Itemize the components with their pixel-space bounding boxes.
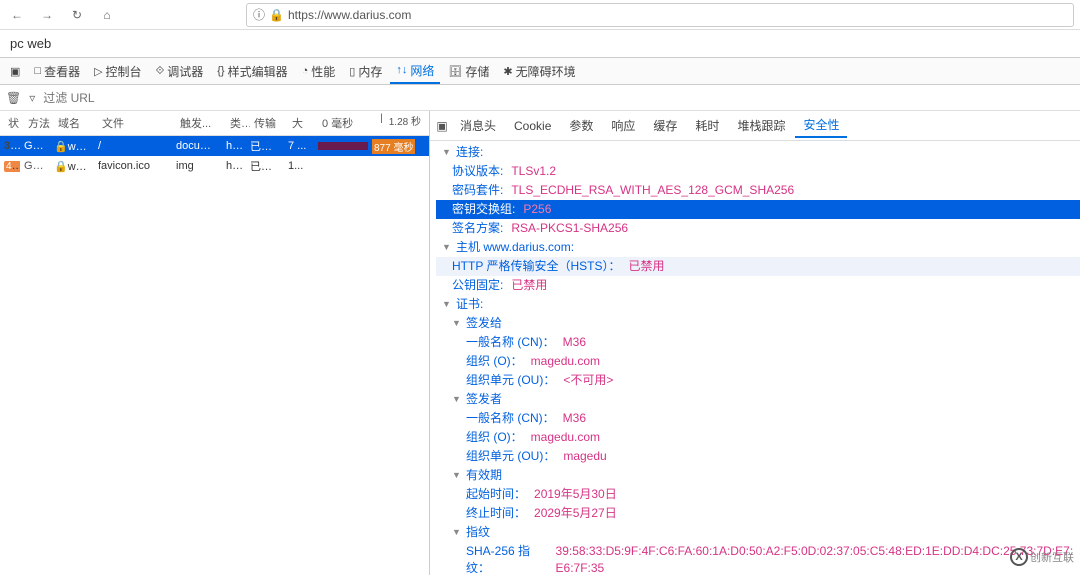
tab-security[interactable]: 安全性 — [795, 113, 847, 138]
lock-icon: 🔒 — [54, 161, 68, 173]
back-icon[interactable]: ← — [6, 4, 28, 26]
col-time[interactable]: 0 毫秒 — [318, 113, 380, 133]
col-method[interactable]: 方法 — [24, 113, 54, 133]
tab-cookies[interactable]: Cookie — [506, 116, 559, 136]
tab-network[interactable]: ↑↓网络 — [390, 59, 440, 84]
lock-warning-icon: 🔒 — [269, 8, 284, 22]
tab-cache[interactable]: 缓存 — [645, 114, 685, 137]
tab-params[interactable]: 参数 — [561, 114, 601, 137]
chevron-down-icon[interactable]: ▼ — [452, 391, 462, 408]
chevron-down-icon[interactable]: ▼ — [442, 239, 452, 256]
url-bar[interactable]: ⓘ 🔒 https://www.darius.com — [246, 3, 1074, 27]
trash-icon[interactable]: 🗑 — [6, 91, 21, 105]
browser-navigation: ← → ↻ ⌂ ⓘ 🔒 https://www.darius.com — [0, 0, 1080, 30]
lock-icon: 🔒 — [54, 141, 68, 153]
url-text: https://www.darius.com — [288, 8, 1067, 22]
watermark: X 创新互联 — [1010, 548, 1074, 566]
tab-timings[interactable]: 耗时 — [687, 114, 727, 137]
request-row[interactable]: 304 GET 🔒ww... / docum... ht... 已缓存 7 ..… — [0, 136, 429, 156]
forward-icon[interactable]: → — [36, 4, 58, 26]
filter-input[interactable] — [43, 91, 198, 105]
chevron-down-icon[interactable]: ▼ — [452, 524, 462, 541]
filter-icon[interactable]: ▿ — [29, 91, 35, 105]
devtools-dock-icon[interactable]: ▣ — [4, 62, 26, 81]
info-icon: ⓘ — [253, 6, 265, 23]
home-icon[interactable]: ⌂ — [96, 4, 118, 26]
selected-cipher-row[interactable]: 密钥交换组:P256 — [436, 200, 1080, 219]
reload-icon[interactable]: ↻ — [66, 4, 88, 26]
tab-stack[interactable]: 堆栈跟踪 — [729, 114, 793, 137]
chevron-down-icon[interactable]: ▼ — [452, 315, 462, 332]
col-size[interactable]: 大 — [288, 113, 318, 133]
request-list-header-timeline: 状 方法 域名 文件 触发... 类型 传输 大 0 毫秒 |1.28 秒 — [0, 111, 429, 136]
col-transferred[interactable]: 传输 — [250, 113, 288, 133]
network-filter-bar: 🗑 ▿ — [0, 85, 1080, 111]
tab-debugger[interactable]: ⟐调试器 — [150, 60, 210, 83]
col-status[interactable]: 状 — [4, 113, 24, 133]
request-list: 状 方法 域名 文件 触发... 类型 传输 大 0 毫秒 |1.28 秒 30… — [0, 111, 430, 575]
timing-bar — [318, 142, 368, 150]
tab-performance[interactable]: ◔性能 — [296, 60, 342, 83]
tab-style-editor[interactable]: {}样式编辑器 — [211, 60, 293, 83]
devtools-toolbar: ▣ □查看器 ▷控制台 ⟐调试器 {}样式编辑器 ◔性能 ▯内存 ↑↓网络 🗄存… — [0, 57, 1080, 85]
tab-inspector[interactable]: □查看器 — [28, 60, 86, 83]
col-cause[interactable]: 触发... — [176, 113, 226, 133]
chevron-down-icon[interactable]: ▼ — [442, 296, 452, 313]
tab-console[interactable]: ▷控制台 — [88, 60, 147, 83]
tab-memory[interactable]: ▯内存 — [343, 60, 388, 83]
request-detail-panel: ▣ 消息头 Cookie 参数 响应 缓存 耗时 堆栈跟踪 安全性 ▼连接: 协… — [430, 111, 1080, 575]
chevron-down-icon[interactable]: ▼ — [452, 467, 462, 484]
page-title: pc web — [0, 30, 1080, 57]
tab-storage[interactable]: 🗄存储 — [442, 60, 495, 83]
tab-headers[interactable]: 消息头 — [452, 114, 504, 137]
security-tree: ▼连接: 协议版本:TLSv1.2 密码套件:TLS_ECDHE_RSA_WIT… — [430, 141, 1080, 575]
watermark-logo-icon: X — [1010, 548, 1028, 566]
col-type[interactable]: 类型 — [226, 113, 250, 133]
detail-tabs: ▣ 消息头 Cookie 参数 响应 缓存 耗时 堆栈跟踪 安全性 — [430, 111, 1080, 141]
chevron-down-icon[interactable]: ▼ — [442, 144, 452, 161]
tab-accessibility[interactable]: ✱无障碍环境 — [497, 60, 581, 83]
col-file[interactable]: 文件 — [98, 113, 176, 133]
request-row[interactable]: 404 GET 🔒ww... favicon.ico img ht... 已缓存… — [0, 156, 429, 176]
tab-response[interactable]: 响应 — [603, 114, 643, 137]
toggle-pane-icon[interactable]: ▣ — [434, 119, 450, 133]
col-domain[interactable]: 域名 — [54, 113, 98, 133]
